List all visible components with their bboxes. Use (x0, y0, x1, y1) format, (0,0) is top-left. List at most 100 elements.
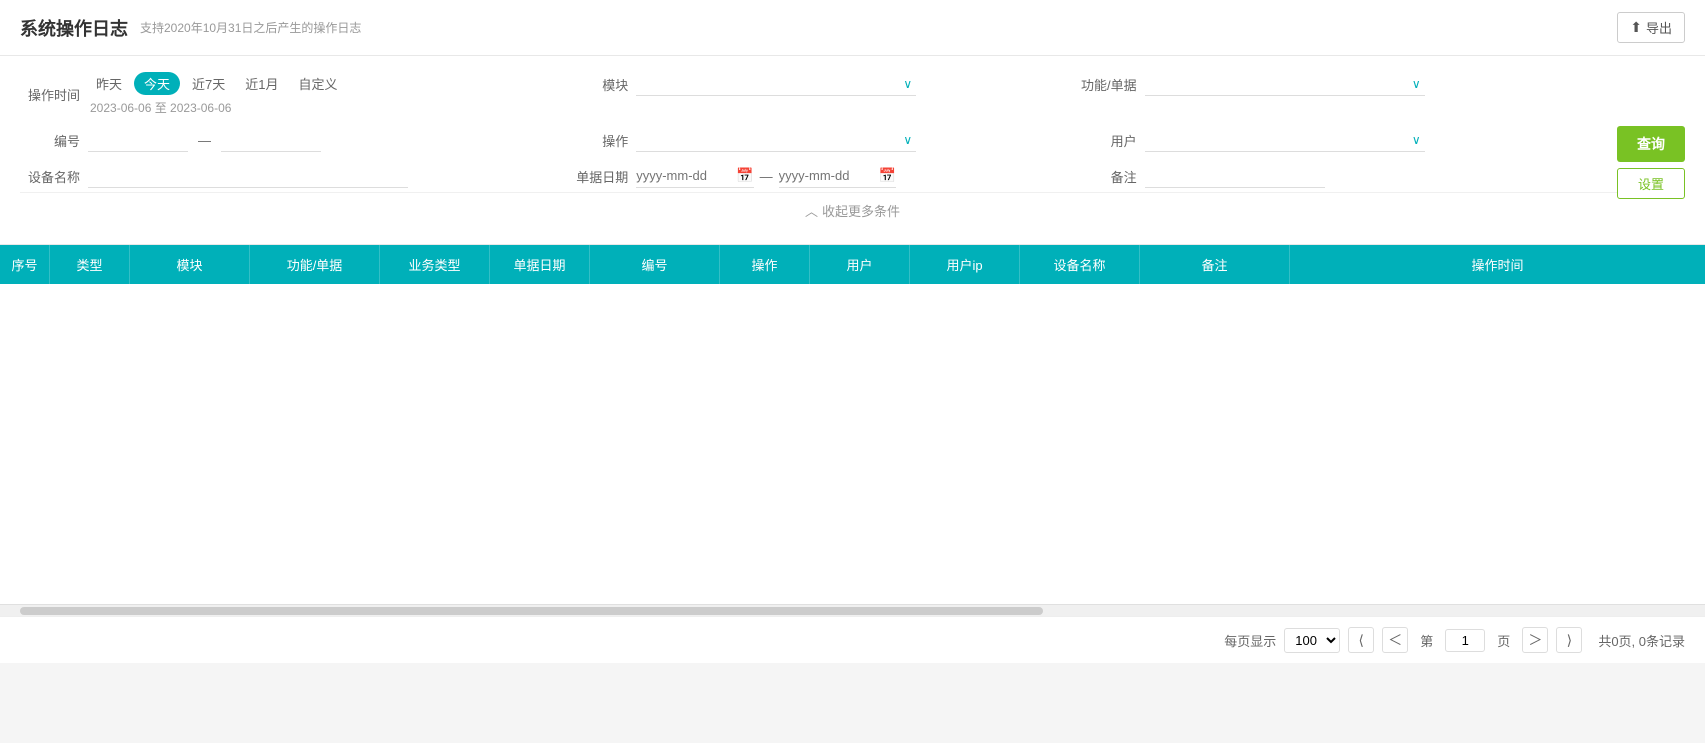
header-left: 系统操作日志 支持2020年10月31日之后产生的操作日志 (20, 15, 361, 41)
date-range: 📅 — 📅 (636, 164, 896, 188)
col-header-date: 单据日期 (490, 245, 590, 284)
collapse-icon: ︿ (805, 201, 818, 220)
remark-label: 备注 (1067, 167, 1137, 186)
page-title: 系统操作日志 (20, 15, 128, 41)
page-header: 系统操作日志 支持2020年10月31日之后产生的操作日志 ⬆ 导出 (0, 0, 1705, 56)
next-page-button[interactable]: ＞ (1522, 627, 1548, 653)
col-header-biztype: 业务类型 (380, 245, 490, 284)
page-subtitle: 支持2020年10月31日之后产生的操作日志 (140, 19, 361, 36)
calendar-end-icon[interactable]: 📅 (879, 167, 896, 184)
date-start-input[interactable] (636, 164, 736, 187)
col-header-optime: 操作时间 (1290, 245, 1705, 284)
col-header-seq: 序号 (0, 245, 50, 284)
col-header-op: 操作 (720, 245, 810, 284)
device-label: 设备名称 (20, 167, 80, 186)
table-header: 序号 类型 模块 功能/单据 业务类型 单据日期 编号 操作 用户 用户ip 设… (0, 245, 1705, 284)
date-label: 单据日期 (568, 167, 628, 186)
remark-input[interactable] (1145, 164, 1325, 188)
filter-area: 操作时间 昨天 今天 近7天 近1月 自定义 2023-06-06 至 2023… (0, 56, 1705, 245)
action-buttons: 查询 设置 (1617, 126, 1685, 199)
user-label: 用户 (1067, 131, 1137, 150)
date-end-input[interactable] (779, 164, 879, 187)
op-chevron-icon: ∨ (899, 133, 916, 147)
user-chevron-icon: ∨ (1408, 133, 1425, 147)
settings-button[interactable]: 设置 (1617, 168, 1685, 199)
user-select[interactable]: ∨ (1145, 128, 1425, 152)
device-input[interactable] (88, 164, 408, 188)
scrollbar-area[interactable] (0, 604, 1705, 616)
col-header-module: 模块 (130, 245, 250, 284)
module-input[interactable] (636, 72, 899, 95)
per-page-label: 每页显示 (1224, 631, 1276, 650)
num-label: 编号 (20, 131, 80, 150)
filter-panel: 操作时间 昨天 今天 近7天 近1月 自定义 2023-06-06 至 2023… (0, 56, 1705, 245)
func-label: 功能/单据 (1067, 75, 1137, 94)
collapse-label: 收起更多条件 (822, 201, 900, 220)
table-body (0, 284, 1705, 604)
num-end-input[interactable] (221, 128, 321, 152)
time-btn-custom[interactable]: 自定义 (291, 72, 346, 95)
time-filter-item: 操作时间 昨天 今天 近7天 近1月 自定义 2023-06-06 至 2023… (20, 72, 568, 116)
num-range: — (88, 128, 321, 152)
filter-row-3: 设备名称 单据日期 📅 — 📅 备注 (20, 164, 1685, 188)
col-header-device: 设备名称 (1020, 245, 1140, 284)
device-filter-item: 设备名称 (20, 164, 568, 188)
date-filter-item: 单据日期 📅 — 📅 (568, 164, 1066, 188)
table-section: 序号 类型 模块 功能/单据 业务类型 单据日期 编号 操作 用户 用户ip 设… (0, 245, 1705, 604)
time-btn-7days[interactable]: 近7天 (184, 72, 233, 95)
prev-page-button[interactable]: ＜ (1382, 627, 1408, 653)
last-page-button[interactable]: ⟩ (1556, 627, 1582, 653)
page-label: 第 (1420, 631, 1433, 650)
filter-row-2: 编号 — 操作 ∨ 用户 ∨ (20, 128, 1685, 152)
pagination-bar: 每页显示 100 50 200 ⟨ ＜ 第 页 ＞ ⟩ 共0页, 0条记录 (0, 616, 1705, 663)
func-chevron-icon: ∨ (1408, 77, 1425, 91)
num-start-input[interactable] (88, 128, 188, 152)
func-filter-item: 功能/单据 ∨ (1067, 72, 1565, 96)
export-label: 导出 (1646, 18, 1672, 37)
collapse-bar: ︿ 收起更多条件 (20, 192, 1685, 228)
time-filter: 昨天 今天 近7天 近1月 自定义 2023-06-06 至 2023-06-0… (88, 72, 346, 116)
module-label: 模块 (568, 75, 628, 94)
time-btn-today[interactable]: 今天 (134, 72, 180, 95)
func-input[interactable] (1145, 72, 1408, 95)
total-label: 共0页, 0条记录 (1598, 631, 1685, 650)
time-buttons: 昨天 今天 近7天 近1月 自定义 (88, 72, 346, 95)
export-button[interactable]: ⬆ 导出 (1617, 12, 1685, 43)
time-filter-label: 操作时间 (20, 85, 80, 104)
first-page-button[interactable]: ⟨ (1348, 627, 1374, 653)
op-input[interactable] (636, 128, 899, 151)
calendar-start-icon[interactable]: 📅 (736, 167, 753, 184)
time-range-display: 2023-06-06 至 2023-06-06 (90, 99, 346, 116)
num-dash: — (192, 133, 217, 148)
col-header-user: 用户 (810, 245, 910, 284)
col-header-num: 编号 (590, 245, 720, 284)
col-header-type: 类型 (50, 245, 130, 284)
date-end-wrapper: 📅 (779, 164, 896, 188)
op-filter-item: 操作 ∨ (568, 128, 1066, 152)
filter-row-1: 操作时间 昨天 今天 近7天 近1月 自定义 2023-06-06 至 2023… (20, 72, 1685, 116)
user-filter-item: 用户 ∨ (1067, 128, 1565, 152)
per-page-select[interactable]: 100 50 200 (1284, 628, 1340, 653)
op-label: 操作 (568, 131, 628, 150)
module-chevron-icon: ∨ (899, 77, 916, 91)
user-input[interactable] (1145, 128, 1408, 151)
page-input[interactable] (1445, 629, 1485, 652)
time-btn-1month[interactable]: 近1月 (237, 72, 286, 95)
export-icon: ⬆ (1630, 19, 1642, 36)
module-select[interactable]: ∨ (636, 72, 916, 96)
time-btn-yesterday[interactable]: 昨天 (88, 72, 130, 95)
page-unit: 页 (1497, 631, 1510, 650)
date-dash: — (760, 169, 773, 184)
module-filter-item: 模块 ∨ (568, 72, 1066, 96)
remark-filter-item: 备注 (1067, 164, 1565, 188)
query-button[interactable]: 查询 (1617, 126, 1685, 162)
collapse-button[interactable]: ︿ 收起更多条件 (805, 201, 900, 220)
col-header-ip: 用户ip (910, 245, 1020, 284)
op-select[interactable]: ∨ (636, 128, 916, 152)
func-select[interactable]: ∨ (1145, 72, 1425, 96)
col-header-func: 功能/单据 (250, 245, 380, 284)
num-filter-item: 编号 — (20, 128, 568, 152)
date-start-wrapper: 📅 (636, 164, 753, 188)
scrollbar-thumb[interactable] (20, 607, 1043, 615)
col-header-remark: 备注 (1140, 245, 1290, 284)
